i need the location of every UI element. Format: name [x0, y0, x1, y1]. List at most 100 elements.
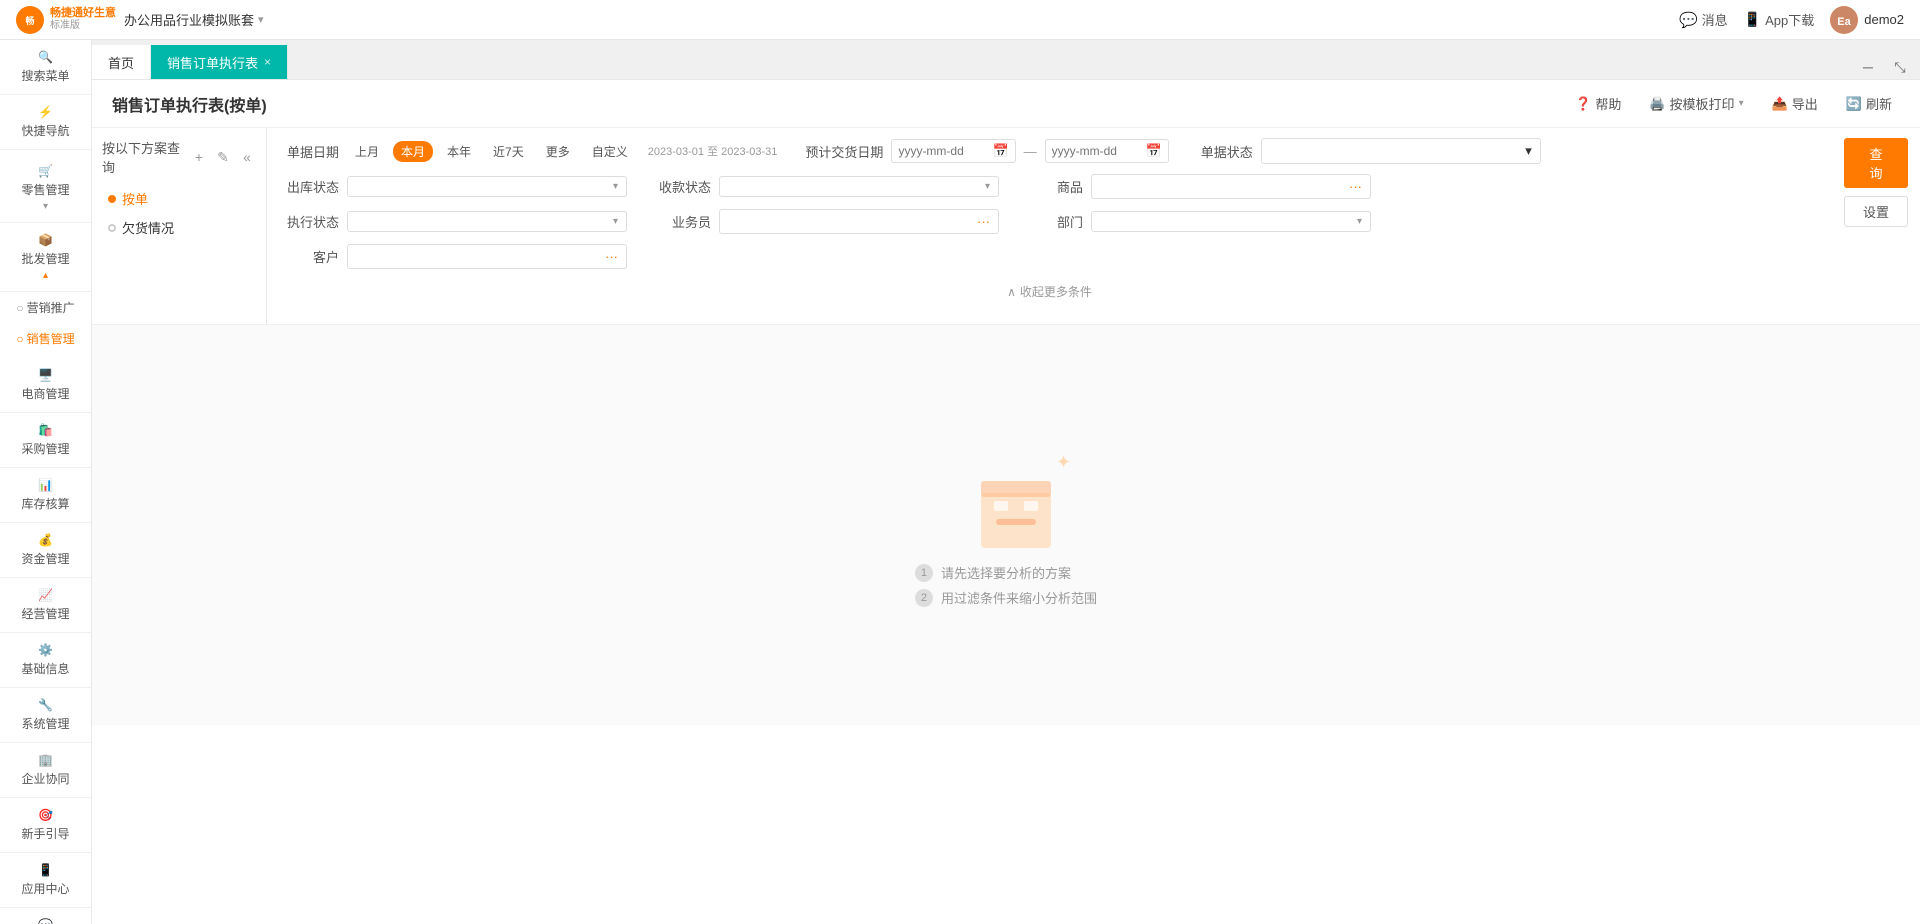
tab-bar: 首页 销售订单执行表 × ─ ⤡: [92, 40, 1920, 80]
date-tab-thismonth[interactable]: 本月: [393, 141, 433, 162]
refresh-button[interactable]: 🔄 刷新: [1838, 90, 1900, 117]
print-label: 按模板打印: [1670, 94, 1735, 113]
sidebar-marketing-label: 营销推广: [27, 299, 75, 316]
logo-icon: 畅: [16, 6, 44, 34]
print-button[interactable]: 🖨️ 按模板打印 ▾: [1641, 90, 1751, 117]
finance-icon: 💰: [38, 533, 53, 547]
sidebar-item-newuser[interactable]: 🎯 新手引导: [0, 798, 91, 853]
sidebar-item-purchase[interactable]: 🛍️ 采购管理: [0, 413, 91, 468]
tip-num-1: 1: [915, 564, 933, 582]
app-download-action[interactable]: 📱 App下载: [1744, 10, 1815, 29]
empty-tip-1-text: 请先选择要分析的方案: [941, 563, 1071, 582]
sidebar-sub-marketing[interactable]: ○ 营销推广: [0, 292, 91, 323]
tip-num-2: 2: [915, 589, 933, 607]
date-tab-thisyear[interactable]: 本年: [439, 141, 479, 162]
filter-row-1: 单据日期 上月 本月 本年 近7天 更多 自定义: [283, 138, 1816, 164]
help-button[interactable]: ❓ 帮助: [1567, 90, 1629, 117]
sidebar-item-corpwechat[interactable]: 💬 企业微信: [0, 908, 91, 924]
exec-label: 执行状态: [283, 212, 339, 231]
scheme-collapse-button[interactable]: «: [238, 147, 256, 167]
user-avatar-area[interactable]: Ea demo2: [1830, 6, 1904, 34]
breadcrumb[interactable]: 办公用品行业模拟账套 ▾: [124, 10, 264, 29]
sales-icon: ○: [16, 332, 23, 346]
top-header: 畅 畅捷通好生意 标准版 办公用品行业模拟账套 ▾ 💬 消息 📱 App下载: [0, 0, 1920, 40]
filter-row-2: 出库状态 ▾ 收款状态: [283, 174, 1816, 199]
sidebar-item-quick-nav[interactable]: ⚡ 快捷导航: [0, 95, 91, 150]
message-action[interactable]: 💬 消息: [1679, 10, 1728, 29]
expected-date-from-input[interactable]: 📅: [891, 139, 1015, 163]
tab-home[interactable]: 首页: [92, 45, 151, 79]
operations-icon: 📈: [38, 588, 53, 602]
export-button[interactable]: 📤 导出: [1764, 90, 1826, 117]
setting-button[interactable]: 设置: [1844, 196, 1908, 227]
filter-group-dept: 部门 ▾: [1027, 211, 1371, 232]
collapse-button[interactable]: ∧ 收起更多条件: [995, 279, 1104, 304]
salesman-select[interactable]: ···: [719, 209, 999, 234]
sidebar-item-operations[interactable]: 📈 经营管理: [0, 578, 91, 633]
expected-date-from-field[interactable]: [898, 144, 988, 158]
empty-state: ✦ 1 请先选择要分析的方案 2: [92, 325, 1920, 725]
salesman-dots: ···: [977, 214, 990, 229]
scheme-item-byorder[interactable]: 按单: [102, 184, 256, 213]
scheme-inactive-ring: [108, 224, 116, 232]
dept-arrow-icon: ▾: [1357, 216, 1362, 227]
collapse-icon: ∧: [1007, 285, 1016, 299]
expected-date-label: 预计交货日期: [805, 142, 883, 161]
tab-active[interactable]: 销售订单执行表 ×: [151, 45, 288, 79]
sidebar-wholesale-label: 批发管理: [21, 250, 69, 267]
sidebar-item-retail[interactable]: 🛒 零售管理 ▾: [0, 154, 91, 223]
sidebar-newuser-label: 新手引导: [21, 825, 69, 842]
date-tab-lastmonth[interactable]: 上月: [347, 141, 387, 162]
date-tab-more[interactable]: 更多: [538, 141, 578, 162]
inventory-icon: 📊: [38, 478, 53, 492]
goods-select[interactable]: ···: [1091, 174, 1371, 199]
customer-select[interactable]: ···: [347, 244, 627, 269]
scheme-add-button[interactable]: +: [190, 147, 208, 167]
basic-icon: ⚙️: [38, 643, 53, 657]
help-label: 帮助: [1595, 94, 1621, 113]
appcenter-icon: 📱: [38, 863, 53, 877]
sidebar-item-inventory[interactable]: 📊 库存核算: [0, 468, 91, 523]
dept-label: 部门: [1027, 212, 1083, 231]
filter-group-expected-date: 预计交货日期 📅 — 📅: [805, 139, 1168, 163]
scheme-item-shortage[interactable]: 欠货情况: [102, 213, 256, 242]
logo-subtext: 标准版: [50, 20, 116, 32]
header-left: 畅 畅捷通好生意 标准版 办公用品行业模拟账套 ▾: [16, 6, 264, 34]
download-icon: 📱: [1744, 11, 1761, 28]
tab-bar-actions: ─ ⤡: [1856, 55, 1920, 79]
sidebar-item-basic[interactable]: ⚙️ 基础信息: [0, 633, 91, 688]
date-tab-custom[interactable]: 自定义: [584, 141, 636, 162]
empty-tip-2: 2 用过滤条件来缩小分析范围: [915, 588, 1097, 607]
filter-panel: 按以下方案查询 + ✎ «: [92, 128, 1920, 325]
payment-arrow-icon: ▾: [985, 181, 990, 192]
sidebar-item-finance[interactable]: 💰 资金管理: [0, 523, 91, 578]
expected-date-to-field[interactable]: [1052, 144, 1142, 158]
sidebar-item-enterprise[interactable]: 🏢 企业协同: [0, 743, 91, 798]
tab-maximize-button[interactable]: ⤡: [1888, 55, 1912, 79]
sidebar-item-ecommerce[interactable]: 🖥️ 电商管理: [0, 358, 91, 413]
sidebar-item-wholesale[interactable]: 📦 批发管理 ▴: [0, 223, 91, 292]
sidebar-sub-sales[interactable]: ○ 销售管理: [0, 323, 91, 354]
sidebar-item-search[interactable]: 🔍 搜索菜单: [0, 40, 91, 95]
salesman-label: 业务员: [655, 212, 711, 231]
marketing-icon: ○: [16, 301, 23, 315]
exec-select[interactable]: ▾: [347, 211, 627, 232]
filter-group-payment: 收款状态 ▾: [655, 176, 999, 197]
sidebar-item-system[interactable]: 🔧 系统管理: [0, 688, 91, 743]
scheme-edit-button[interactable]: ✎: [214, 147, 232, 167]
status-select[interactable]: ▾: [1261, 138, 1541, 164]
filter-group-status: 单据状态 ▾: [1197, 138, 1541, 164]
filter-right: 单据日期 上月 本月 本年 近7天 更多 自定义: [267, 128, 1920, 324]
newuser-icon: 🎯: [38, 808, 53, 822]
tab-close-icon[interactable]: ×: [264, 55, 271, 69]
sidebar-item-appcenter[interactable]: 📱 应用中心: [0, 853, 91, 908]
query-button[interactable]: 查询: [1844, 138, 1908, 188]
dept-select[interactable]: ▾: [1091, 211, 1371, 232]
page-title-bar: 销售订单执行表(按单) ❓ 帮助 🖨️ 按模板打印 ▾ 📤: [92, 80, 1920, 128]
date-tab-7days[interactable]: 近7天: [485, 141, 532, 162]
payment-select[interactable]: ▾: [719, 176, 999, 197]
sidebar-quicknav-label: 快捷导航: [21, 122, 69, 139]
tab-minimize-button[interactable]: ─: [1856, 55, 1880, 79]
delivery-select[interactable]: ▾: [347, 176, 627, 197]
expected-date-to-input[interactable]: 📅: [1045, 139, 1169, 163]
